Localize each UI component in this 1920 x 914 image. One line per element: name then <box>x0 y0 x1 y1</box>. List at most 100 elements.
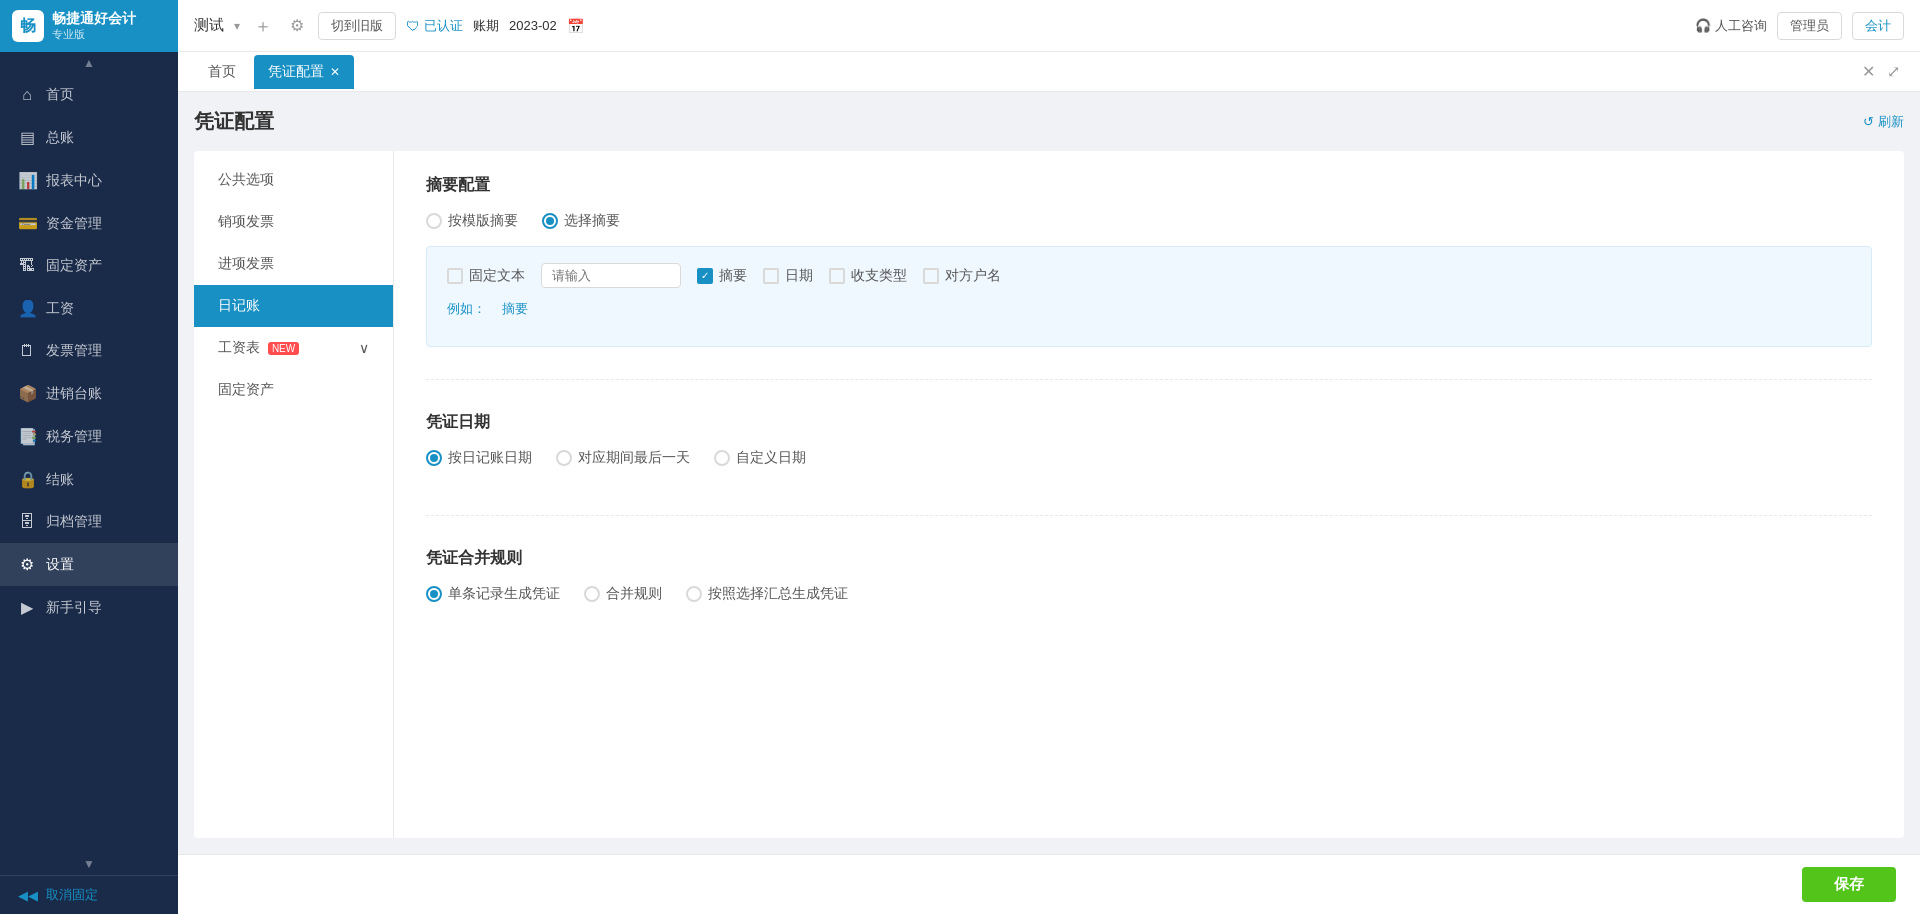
tab-voucher-config[interactable]: 凭证配置 ✕ <box>254 55 354 89</box>
save-button[interactable]: 保存 <box>1802 867 1896 902</box>
example-row: 例如： 摘要 <box>447 300 1851 318</box>
main-area: 测试 ▾ ＋ ⚙ 切到旧版 🛡 已认证 账期 2023-02 📅 🎧 人工咨询 … <box>178 0 1920 914</box>
page-header: 凭证配置 ↺ 刷新 <box>194 108 1904 135</box>
settings-icon: ⚙ <box>18 555 36 574</box>
sidebar-item-invoice[interactable]: 🗒 发票管理 <box>0 330 178 372</box>
sidebar-item-salesledger[interactable]: 📦 进销台账 <box>0 372 178 415</box>
sidebar-scroll-up[interactable]: ▲ <box>0 52 178 74</box>
example-label: 例如： <box>447 300 486 318</box>
radio-custom-date[interactable]: 自定义日期 <box>714 449 806 467</box>
sidebar-item-ledger[interactable]: ▤ 总账 <box>0 116 178 159</box>
checkbox-date[interactable]: 日期 <box>763 267 813 285</box>
checkbox-counterpart-box <box>923 268 939 284</box>
topbar-gear-icon[interactable]: ⚙ <box>286 16 308 35</box>
sidebar: 畅 畅捷通好会计 专业版 ▲ ⌂ 首页 ▤ 总账 📊 报表中心 💳 资金管理 🏗… <box>0 0 178 914</box>
period-value: 2023-02 <box>509 18 557 33</box>
checkbox-summary[interactable]: ✓ 摘要 <box>697 267 747 285</box>
sidebar-item-archive[interactable]: 🗄 归档管理 <box>0 501 178 543</box>
page-body: 公共选项 销项发票 进项发票 日记账 工资表 NEW ∨ <box>194 151 1904 838</box>
service-btn[interactable]: 🎧 人工咨询 <box>1695 17 1767 35</box>
nav-item-public[interactable]: 公共选项 <box>194 159 393 201</box>
nav-item-purchase-invoice[interactable]: 进项发票 <box>194 243 393 285</box>
tabbar-close-btn[interactable]: ✕ <box>1858 58 1879 85</box>
nav-item-payroll-table[interactable]: 工资表 NEW ∨ <box>194 327 393 369</box>
nav-payroll-label: 工资表 NEW <box>218 339 299 357</box>
chevron-down-icon: ∨ <box>359 340 369 356</box>
summary-title: 摘要配置 <box>426 175 1872 196</box>
switch-old-btn[interactable]: 切到旧版 <box>318 12 396 40</box>
nav-item-sales-invoice[interactable]: 销项发票 <box>194 201 393 243</box>
sidebar-item-payroll[interactable]: 👤 工资 <box>0 287 178 330</box>
radio-select-circle <box>542 213 558 229</box>
pin-icon: ◀◀ <box>18 888 38 903</box>
user-btn[interactable]: 管理员 <box>1777 12 1842 40</box>
refresh-btn[interactable]: ↺ 刷新 <box>1863 113 1904 131</box>
example-value: 摘要 <box>502 300 528 318</box>
radio-last-day[interactable]: 对应期间最后一天 <box>556 449 690 467</box>
radio-journal-date-circle <box>426 450 442 466</box>
radio-journal-date[interactable]: 按日记账日期 <box>426 449 532 467</box>
home-icon: ⌂ <box>18 86 36 104</box>
shield-icon: 🛡 <box>406 18 420 34</box>
tab-home[interactable]: 首页 <box>194 55 250 89</box>
content-area: 凭证配置 ↺ 刷新 公共选项 销项发票 进项发票 日记账 <box>178 92 1920 854</box>
nav-item-fixed-assets[interactable]: 固定资产 <box>194 369 393 411</box>
sidebar-item-assets[interactable]: 🏗 固定资产 <box>0 245 178 287</box>
sidebar-item-report[interactable]: 📊 报表中心 <box>0 159 178 202</box>
radio-custom-date-circle <box>714 450 730 466</box>
sidebar-item-home[interactable]: ⌂ 首页 <box>0 74 178 116</box>
checkbox-date-box <box>763 268 779 284</box>
radio-merge-rule-circle <box>584 586 600 602</box>
guide-icon: ▶ <box>18 598 36 617</box>
sidebar-item-settings[interactable]: ⚙ 设置 <box>0 543 178 586</box>
fixed-text-input[interactable] <box>541 263 681 288</box>
radio-template-summary[interactable]: 按模版摘要 <box>426 212 518 230</box>
radio-merge-rule[interactable]: 合并规则 <box>584 585 662 603</box>
role-btn[interactable]: 会计 <box>1852 12 1904 40</box>
summary-fields-row: 固定文本 ✓ 摘要 日期 <box>447 263 1851 288</box>
sidebar-scroll-down[interactable]: ▼ <box>0 853 178 875</box>
checkbox-payment-type-box <box>829 268 845 284</box>
sidebar-item-closing[interactable]: 🔒 结账 <box>0 458 178 501</box>
add-company-icon[interactable]: ＋ <box>250 14 276 38</box>
radio-select-merge[interactable]: 按照选择汇总生成凭证 <box>686 585 848 603</box>
sidebar-pin-toggle[interactable]: ◀◀ 取消固定 <box>0 875 178 914</box>
company-name: 测试 <box>194 16 224 35</box>
tab-close-icon[interactable]: ✕ <box>330 65 340 79</box>
nav-item-journal[interactable]: 日记账 <box>194 285 393 327</box>
funds-icon: 💳 <box>18 214 36 233</box>
logo-text: 畅捷通好会计 专业版 <box>52 10 136 42</box>
sidebar-item-funds[interactable]: 💳 资金管理 <box>0 202 178 245</box>
invoice-icon: 🗒 <box>18 342 36 360</box>
salesledger-icon: 📦 <box>18 384 36 403</box>
refresh-icon: ↺ <box>1863 114 1874 129</box>
summary-radio-group: 按模版摘要 选择摘要 <box>426 212 1872 230</box>
assets-icon: 🏗 <box>18 257 36 275</box>
checkbox-fixed-text-box <box>447 268 463 284</box>
company-chevron-icon[interactable]: ▾ <box>234 19 240 33</box>
checkbox-payment-type[interactable]: 收支类型 <box>829 267 907 285</box>
checkbox-fixed-text[interactable]: 固定文本 <box>447 267 525 285</box>
page-title: 凭证配置 <box>194 108 274 135</box>
tabbar: 首页 凭证配置 ✕ ✕ ⤢ <box>178 52 1920 92</box>
sidebar-logo: 畅 畅捷通好会计 专业版 <box>0 0 178 52</box>
left-nav: 公共选项 销项发票 进项发票 日记账 工资表 NEW ∨ <box>194 151 394 838</box>
sidebar-item-guide[interactable]: ▶ 新手引导 <box>0 586 178 629</box>
radio-template-circle <box>426 213 442 229</box>
calendar-icon[interactable]: 📅 <box>567 18 584 34</box>
period-label: 账期 <box>473 17 499 35</box>
archive-icon: 🗄 <box>18 513 36 531</box>
radio-select-summary[interactable]: 选择摘要 <box>542 212 620 230</box>
topbar: 测试 ▾ ＋ ⚙ 切到旧版 🛡 已认证 账期 2023-02 📅 🎧 人工咨询 … <box>178 0 1920 52</box>
section-merge: 凭证合并规则 单条记录生成凭证 合并规则 按照选择汇总生成凭证 <box>426 548 1872 651</box>
new-badge: NEW <box>268 342 299 355</box>
date-radio-group: 按日记账日期 对应期间最后一天 自定义日期 <box>426 449 1872 467</box>
checkbox-summary-box: ✓ <box>697 268 713 284</box>
radio-single-circle <box>426 586 442 602</box>
certified-status: 🛡 已认证 <box>406 17 463 35</box>
sidebar-item-tax[interactable]: 📑 税务管理 <box>0 415 178 458</box>
radio-single[interactable]: 单条记录生成凭证 <box>426 585 560 603</box>
ledger-icon: ▤ <box>18 128 36 147</box>
checkbox-counterpart[interactable]: 对方户名 <box>923 267 1001 285</box>
tabbar-expand-btn[interactable]: ⤢ <box>1883 58 1904 85</box>
